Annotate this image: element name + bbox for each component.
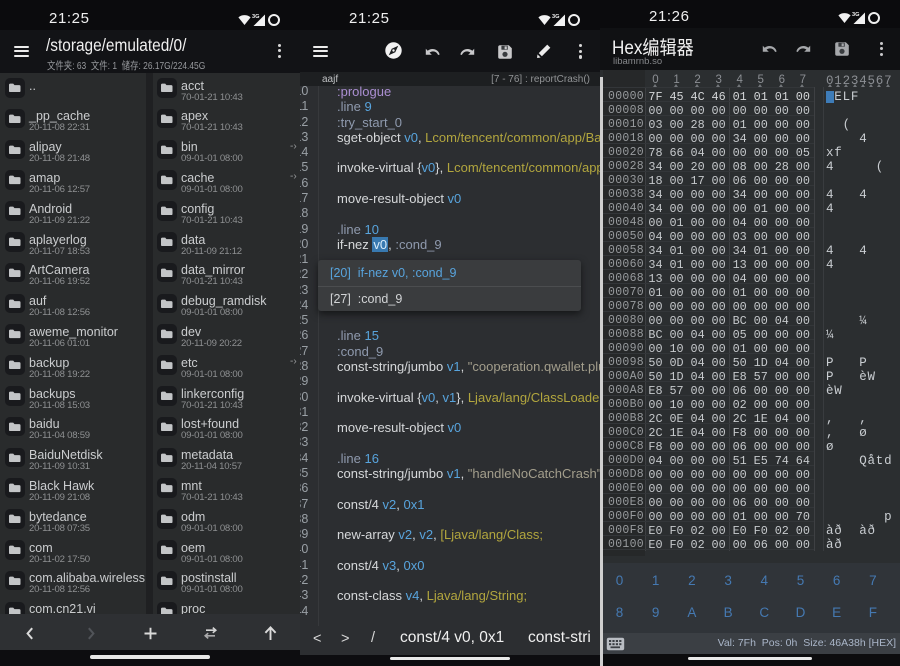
svg-text:3G: 3G [852,12,859,18]
svg-text:3G: 3G [252,14,259,20]
svg-text:3G: 3G [552,14,559,20]
